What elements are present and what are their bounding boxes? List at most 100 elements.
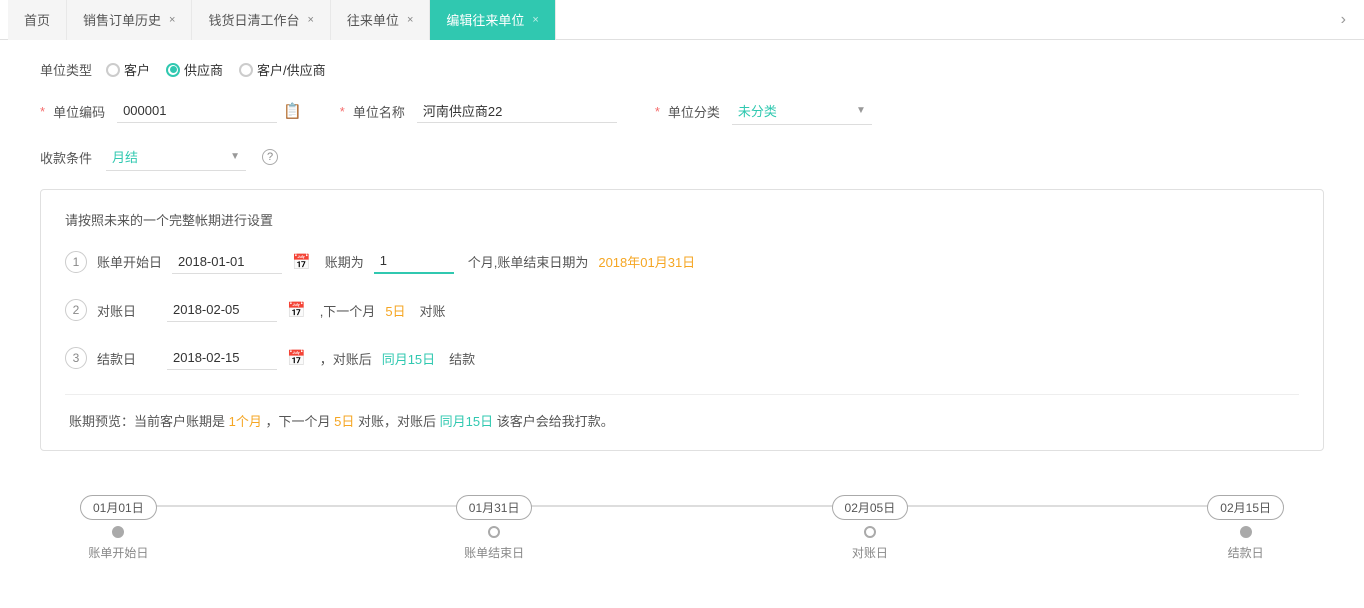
- timeline-dot-3: [1240, 526, 1252, 538]
- step-3-highlight1: 同月15日: [382, 349, 435, 368]
- step-3-row: 3 结款日 📅 ，对账后 同月15日 结款: [65, 346, 1299, 370]
- radio-supplier[interactable]: 供应商: [166, 60, 223, 79]
- preview-2: 5日: [334, 414, 354, 429]
- timeline-points: 01月01日 账单开始日 01月31日 账单结束日 02月05日 对账日 02月…: [80, 495, 1284, 561]
- step-1-end-date: 2018年01月31日: [598, 252, 695, 271]
- step-3-desc1: ，对账后: [320, 349, 372, 368]
- tab-home[interactable]: 首页: [8, 0, 67, 40]
- timeline-dot-0: [112, 526, 124, 538]
- tabs-bar: 首页 销售订单历史 × 钱货日清工作台 × 往来单位 × 编辑往来单位 × ›: [0, 0, 1364, 40]
- timeline-pill-2: 02月05日: [832, 495, 909, 520]
- step-2-calendar-icon[interactable]: 📅: [287, 301, 306, 319]
- timeline-dot-2: [864, 526, 876, 538]
- unit-category-select[interactable]: 未分类 ▼: [732, 97, 872, 125]
- step-2-label: 对账日: [97, 301, 157, 320]
- step-1-period-label: 账期为: [325, 252, 364, 271]
- step-1-label: 账单开始日: [97, 252, 162, 271]
- timeline-point-3: 02月15日 结款日: [1207, 495, 1284, 561]
- step-3-desc2: 结款: [449, 349, 475, 368]
- timeline-sublabel-1: 账单结束日: [464, 544, 524, 561]
- unit-type-radio-group: 客户 供应商 客户/供应商: [106, 60, 326, 79]
- step-3-calendar-icon[interactable]: 📅: [287, 349, 306, 367]
- timeline-point-1: 01月31日 账单结束日: [456, 495, 533, 561]
- close-tab-partner[interactable]: ×: [407, 14, 413, 26]
- close-tab-edit-partner[interactable]: ×: [532, 14, 538, 26]
- unit-name-input[interactable]: [417, 99, 617, 123]
- preview-3: 同月15日: [440, 414, 493, 429]
- unit-info-row: * 单位编码 📋 * 单位名称 * 单位分类 未分类 ▼: [40, 97, 1324, 125]
- step-2-desc2: 对账: [420, 301, 446, 320]
- preview-sep1: ，下一个月: [266, 414, 331, 429]
- preview-text: 账期预览：当前客户账期是 1个月 ，下一个月 5日 对账，对账后 同月15日 该…: [65, 411, 1299, 430]
- unit-category-group: * 单位分类 未分类 ▼: [655, 97, 872, 125]
- payment-terms-value: 月结: [112, 147, 224, 166]
- tab-partner[interactable]: 往来单位 ×: [331, 0, 430, 40]
- step-2-num: 2: [65, 299, 87, 321]
- step-1-date-input[interactable]: [172, 250, 282, 274]
- step-1-calendar-icon[interactable]: 📅: [292, 253, 311, 271]
- timeline-point-0: 01月01日 账单开始日: [80, 495, 157, 561]
- step-2-highlight1: 5日: [385, 301, 405, 320]
- unit-code-label: 单位编码: [53, 102, 105, 121]
- radio-circle-customer: [106, 63, 120, 77]
- timeline-container: 01月01日 账单开始日 01月31日 账单结束日 02月05日 对账日 02月…: [40, 475, 1324, 571]
- step-1-period-unit: 个月,账单结束日期为: [468, 252, 589, 271]
- radio-label-customer: 客户: [124, 60, 150, 79]
- step-1-num: 1: [65, 251, 87, 273]
- step-2-date-input[interactable]: [167, 298, 277, 322]
- payment-terms-select[interactable]: 月结 ▼: [106, 143, 246, 171]
- timeline-pill-1: 01月31日: [456, 495, 533, 520]
- step-3-date-input[interactable]: [167, 346, 277, 370]
- unit-category-label: 单位分类: [668, 102, 720, 121]
- copy-icon[interactable]: 📋: [283, 102, 302, 120]
- timeline-pill-0: 01月01日: [80, 495, 157, 520]
- divider: [65, 394, 1299, 395]
- step-1-period-input[interactable]: [374, 249, 454, 274]
- preview-1: 1个月: [229, 414, 262, 429]
- step-3-label: 结款日: [97, 349, 157, 368]
- step-2-row: 2 对账日 📅 ,下一个月 5日 对账: [65, 298, 1299, 322]
- preview-label: 账期预览：当前客户账期是: [69, 414, 225, 429]
- tab-sales-history[interactable]: 销售订单历史 ×: [67, 0, 192, 40]
- unit-code-input[interactable]: [117, 99, 277, 123]
- timeline-sublabel-0: 账单开始日: [88, 544, 148, 561]
- period-section: 请按照未来的一个完整帐期进行设置 1 账单开始日 📅 账期为 个月,账单结束日期…: [40, 189, 1324, 451]
- required-star-name: *: [340, 104, 345, 119]
- close-tab-sales-history[interactable]: ×: [169, 14, 175, 26]
- unit-category-arrow: ▼: [856, 105, 866, 116]
- unit-name-label: 单位名称: [353, 102, 405, 121]
- radio-customer[interactable]: 客户: [106, 60, 150, 79]
- radio-circle-customer-supplier: [239, 63, 253, 77]
- step-1-row: 1 账单开始日 📅 账期为 个月,账单结束日期为 2018年01月31日: [65, 249, 1299, 274]
- preview-sep2: 对账，对账后: [358, 414, 436, 429]
- unit-category-value: 未分类: [738, 101, 850, 120]
- step-3-num: 3: [65, 347, 87, 369]
- close-tab-cash-work[interactable]: ×: [307, 14, 313, 26]
- payment-terms-row: 收款条件 月结 ▼ ?: [40, 143, 1324, 171]
- unit-type-row: 单位类型 客户 供应商 客户/供应商: [40, 60, 1324, 79]
- unit-code-group: * 单位编码 📋: [40, 99, 302, 123]
- timeline-dot-1: [488, 526, 500, 538]
- payment-terms-arrow: ▼: [230, 151, 240, 162]
- help-icon[interactable]: ?: [262, 149, 278, 165]
- required-star-code: *: [40, 104, 45, 119]
- page-content: 单位类型 客户 供应商 客户/供应商 * 单位编码 📋 * 单位名称: [0, 40, 1364, 608]
- radio-label-customer-supplier: 客户/供应商: [257, 60, 326, 79]
- timeline-sublabel-3: 结款日: [1228, 544, 1264, 561]
- timeline-sublabel-2: 对账日: [852, 544, 888, 561]
- unit-name-group: * 单位名称: [340, 99, 617, 123]
- radio-label-supplier: 供应商: [184, 60, 223, 79]
- section-title: 请按照未来的一个完整帐期进行设置: [65, 210, 1299, 229]
- tab-edit-partner[interactable]: 编辑往来单位 ×: [430, 0, 555, 40]
- step-2-desc1: ,下一个月: [320, 301, 376, 320]
- radio-customer-supplier[interactable]: 客户/供应商: [239, 60, 326, 79]
- radio-circle-supplier: [166, 63, 180, 77]
- timeline-point-2: 02月05日 对账日: [832, 495, 909, 561]
- payment-terms-label: 收款条件: [40, 148, 92, 167]
- unit-type-label: 单位类型: [40, 60, 92, 79]
- tabs-overflow-arrow[interactable]: ›: [1331, 11, 1356, 29]
- tab-cash-work[interactable]: 钱货日清工作台 ×: [192, 0, 330, 40]
- timeline-pill-3: 02月15日: [1207, 495, 1284, 520]
- required-star-category: *: [655, 104, 660, 119]
- preview-end: 该客户会给我打款。: [497, 414, 614, 429]
